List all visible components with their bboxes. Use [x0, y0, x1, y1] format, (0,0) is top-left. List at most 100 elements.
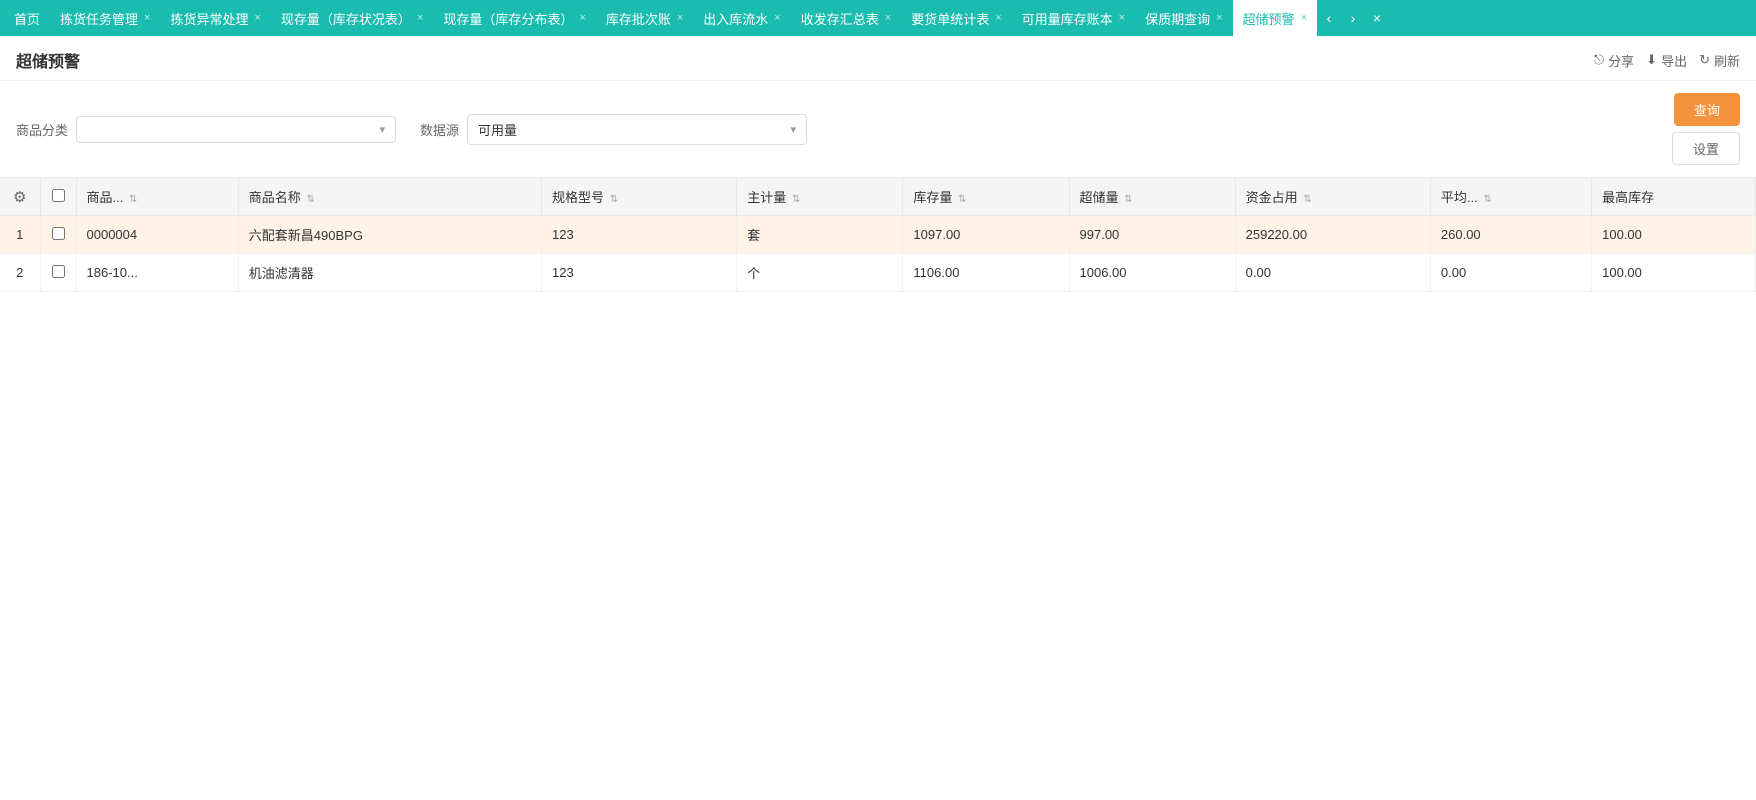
- row-over: 1006.00: [1069, 254, 1235, 292]
- share-icon: ⎋: [1594, 52, 1604, 68]
- sort-icon: ⇅: [792, 194, 800, 205]
- close-icon[interactable]: ×: [1301, 12, 1307, 24]
- row-over: 997.00: [1069, 216, 1235, 254]
- header-actions: ⎋ 分享 ⬇ 导出 ↻ 刷新: [1594, 51, 1740, 70]
- sort-icon: ⇅: [610, 194, 618, 205]
- nav-item-inventory-dist[interactable]: 现存量（库存分布表） ×: [433, 0, 595, 36]
- nav-item-demand[interactable]: 要货单统计表 ×: [901, 0, 1011, 36]
- share-button[interactable]: ⎋ 分享: [1594, 51, 1634, 70]
- refresh-button[interactable]: ↻ 刷新: [1699, 51, 1740, 70]
- row-spec: 123: [542, 254, 737, 292]
- nav-item-flow[interactable]: 出入库流水 ×: [693, 0, 790, 36]
- row-spec: 123: [542, 216, 737, 254]
- top-navigation: 首页 拣货任务管理 × 拣货异常处理 × 现存量（库存状况表） × 现存量（库存…: [0, 0, 1756, 36]
- th-code[interactable]: 商品... ⇅: [76, 178, 238, 216]
- nav-item-home[interactable]: 首页: [4, 0, 50, 36]
- select-all-checkbox[interactable]: [52, 189, 65, 202]
- commodity-select[interactable]: ▾: [76, 116, 396, 143]
- nav-item-summary[interactable]: 收发存汇总表 ×: [791, 0, 901, 36]
- row-name: 六配套新昌490BPG: [238, 216, 541, 254]
- row-num: 2: [0, 254, 40, 292]
- sort-icon: ⇅: [306, 194, 314, 205]
- sort-icon: ⇅: [129, 194, 137, 205]
- th-over[interactable]: 超储量 ⇅: [1069, 178, 1235, 216]
- filter-buttons: 查询 设置: [1672, 93, 1740, 165]
- refresh-icon: ↻: [1699, 52, 1710, 68]
- row-num: 1: [0, 216, 40, 254]
- th-name[interactable]: 商品名称 ⇅: [238, 178, 541, 216]
- row-maxstock: 100.00: [1592, 216, 1756, 254]
- th-spec[interactable]: 规格型号 ⇅: [542, 178, 737, 216]
- close-icon[interactable]: ×: [885, 12, 891, 24]
- chevron-down-icon: ▾: [379, 123, 385, 136]
- export-button[interactable]: ⬇ 导出: [1646, 51, 1687, 70]
- nav-more-arrow[interactable]: ×: [1365, 0, 1389, 36]
- close-icon[interactable]: ×: [1119, 12, 1125, 24]
- th-capital[interactable]: 资金占用 ⇅: [1235, 178, 1430, 216]
- table-row: 2 186-10... 机油滤清器 123 个 1106.00 1006.00 …: [0, 254, 1756, 292]
- nav-item-inventory-status[interactable]: 现存量（库存状况表） ×: [271, 0, 433, 36]
- table-container: ⚙ 商品... ⇅ 商品名称 ⇅ 规格型号 ⇅: [0, 177, 1756, 292]
- page-header: 超储预警 ⎋ 分享 ⬇ 导出 ↻ 刷新: [0, 36, 1756, 81]
- th-spec-label: 规格型号: [552, 190, 604, 205]
- commodity-label: 商品分类: [16, 120, 68, 139]
- row-avg: 260.00: [1430, 216, 1591, 254]
- page-container: 超储预警 ⎋ 分享 ⬇ 导出 ↻ 刷新 商品分类 ▾ 数据源: [0, 36, 1756, 800]
- nav-item-available[interactable]: 可用量库存账本 ×: [1012, 0, 1135, 36]
- nav-item-expiry[interactable]: 保质期查询 ×: [1135, 0, 1232, 36]
- close-icon[interactable]: ×: [579, 12, 585, 24]
- row-stock: 1106.00: [903, 254, 1069, 292]
- sort-icon: ⇅: [1124, 194, 1132, 205]
- th-checkbox: [40, 178, 76, 216]
- row-unit: 个: [737, 254, 903, 292]
- row-code: 186-10...: [76, 254, 238, 292]
- sort-icon: ⇅: [1483, 194, 1491, 205]
- datasource-select[interactable]: 可用量 ▾: [467, 114, 807, 145]
- row-capital: 0.00: [1235, 254, 1430, 292]
- row-code: 0000004: [76, 216, 238, 254]
- query-button[interactable]: 查询: [1674, 93, 1740, 126]
- chevron-down-icon: ▾: [791, 123, 797, 136]
- nav-item-batch[interactable]: 库存批次账 ×: [596, 0, 693, 36]
- set-button[interactable]: 设置: [1672, 132, 1740, 165]
- nav-item-task[interactable]: 拣货任务管理 ×: [50, 0, 160, 36]
- sort-icon: ⇅: [958, 194, 966, 205]
- commodity-select-value: [87, 122, 91, 137]
- row-maxstock: 100.00: [1592, 254, 1756, 292]
- th-stock[interactable]: 库存量 ⇅: [903, 178, 1069, 216]
- close-icon[interactable]: ×: [774, 12, 780, 24]
- th-name-label: 商品名称: [249, 190, 301, 205]
- th-maxstock-label: 最高库存: [1602, 190, 1654, 205]
- close-icon[interactable]: ×: [677, 12, 683, 24]
- close-icon[interactable]: ×: [254, 12, 260, 24]
- sort-icon: ⇅: [1303, 194, 1311, 205]
- close-icon[interactable]: ×: [995, 12, 1001, 24]
- nav-item-exception[interactable]: 拣货异常处理 ×: [160, 0, 270, 36]
- row-checkbox-cell: [40, 216, 76, 254]
- row-checkbox-cell: [40, 254, 76, 292]
- th-unit-label: 主计量: [747, 190, 786, 205]
- commodity-filter: 商品分类 ▾: [16, 116, 396, 143]
- th-unit[interactable]: 主计量 ⇅: [737, 178, 903, 216]
- row-checkbox[interactable]: [52, 227, 65, 240]
- th-maxstock[interactable]: 最高库存: [1592, 178, 1756, 216]
- row-checkbox[interactable]: [52, 265, 65, 278]
- table-body: 1 0000004 六配套新昌490BPG 123 套 1097.00 997.…: [0, 216, 1756, 292]
- nav-prev-arrow[interactable]: ‹: [1317, 0, 1341, 36]
- page-title: 超储预警: [16, 48, 80, 72]
- close-icon[interactable]: ×: [1216, 12, 1222, 24]
- th-avg[interactable]: 平均... ⇅: [1430, 178, 1591, 216]
- gear-icon[interactable]: ⚙: [13, 189, 26, 206]
- close-icon[interactable]: ×: [144, 12, 150, 24]
- export-icon: ⬇: [1646, 52, 1657, 68]
- close-icon[interactable]: ×: [417, 12, 423, 24]
- datasource-label: 数据源: [420, 120, 459, 139]
- nav-item-overstock[interactable]: 超储预警 ×: [1233, 0, 1317, 36]
- row-name: 机油滤清器: [238, 254, 541, 292]
- row-capital: 259220.00: [1235, 216, 1430, 254]
- datasource-select-value: 可用量: [478, 120, 517, 139]
- th-gear: ⚙: [0, 178, 40, 216]
- th-code-label: 商品...: [87, 190, 124, 205]
- table-row: 1 0000004 六配套新昌490BPG 123 套 1097.00 997.…: [0, 216, 1756, 254]
- nav-next-arrow[interactable]: ›: [1341, 0, 1365, 36]
